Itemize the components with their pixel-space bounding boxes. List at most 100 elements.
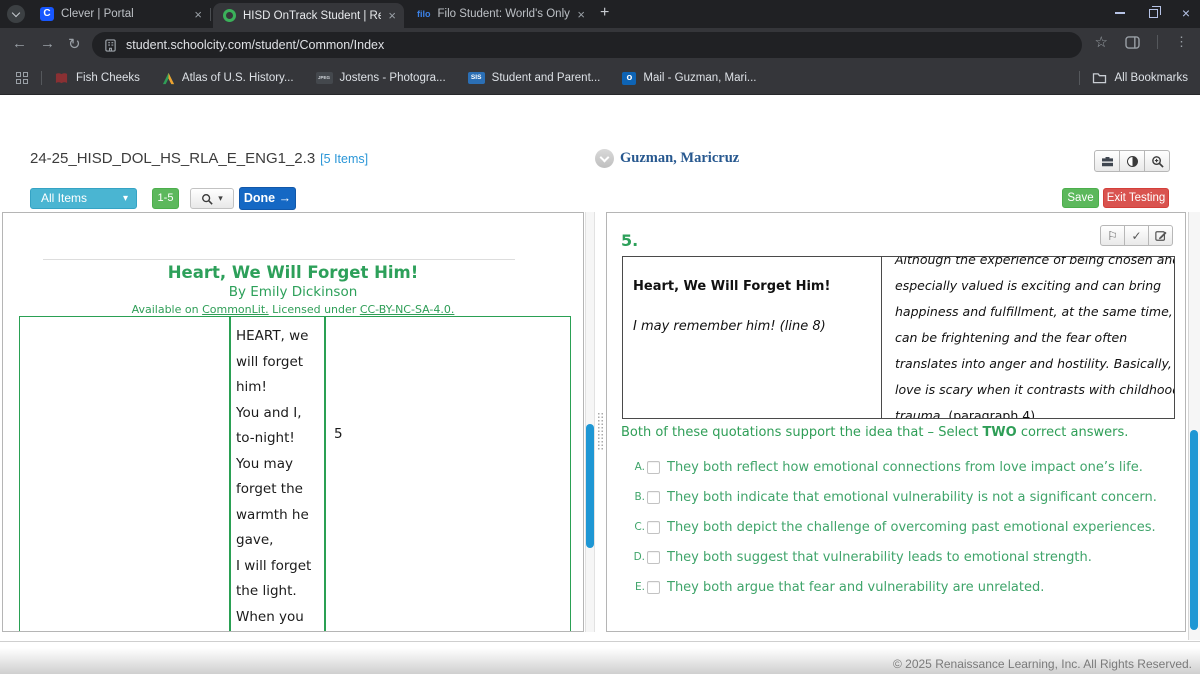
bookmark-sis[interactable]: SIS Student and Parent...	[467, 72, 601, 84]
contrast-button[interactable]	[1119, 150, 1145, 172]
clever-favicon: C	[40, 7, 54, 21]
notes-button[interactable]	[1148, 225, 1173, 246]
url-bar[interactable]: student.schoolcity.com/student/Common/In…	[92, 32, 1082, 58]
bookmark-jostens[interactable]: JPEG Jostens - Photogra...	[315, 72, 446, 84]
option-text[interactable]: They both suggest that vulnerability lea…	[667, 550, 1092, 565]
filo-favicon: filo	[417, 9, 431, 19]
passage-scrollbar-thumb[interactable]	[586, 424, 594, 548]
passage-panel: Heart, We Will Forget Him! By Emily Dick…	[2, 212, 584, 632]
item-range-button[interactable]: 1-5	[152, 188, 179, 209]
question-number: 5.	[621, 231, 639, 250]
answer-option-c[interactable]: C. They both depict the challenge of ove…	[629, 517, 1156, 537]
close-tab-icon[interactable]: ×	[388, 9, 396, 22]
divider	[1078, 71, 1080, 85]
items-count-badge: [5 Items]	[320, 152, 369, 166]
window-controls: ×	[1114, 5, 1190, 20]
contrast-icon	[1126, 155, 1138, 167]
exit-testing-button[interactable]: Exit Testing	[1103, 188, 1169, 208]
passage-attribution: Available on CommonLit. Licensed under C…	[131, 303, 455, 316]
tab-separator	[210, 8, 211, 21]
all-bookmarks-button[interactable]: All Bookmarks	[1066, 71, 1188, 85]
answer-option-e[interactable]: E. They both argue that fear and vulnera…	[629, 577, 1044, 597]
student-name[interactable]: Guzman, Maricruz	[620, 150, 739, 167]
checkbox-a[interactable]	[647, 460, 660, 474]
all-items-dropdown[interactable]: All Items ▾	[30, 188, 137, 209]
bookmark-star-icon[interactable]: ☆	[1095, 33, 1108, 51]
back-icon[interactable]: ←	[12, 35, 27, 52]
browser-window: C Clever | Portal × HISD OnTrack Student…	[0, 0, 1200, 674]
divider	[41, 71, 42, 85]
checkbox-d[interactable]	[647, 550, 660, 564]
flag-button[interactable]: ⚐	[1100, 225, 1125, 246]
checkbox-e[interactable]	[647, 580, 660, 594]
tab-title: HISD OnTrack Student | Renais	[243, 9, 382, 22]
tab-title: Clever | Portal	[61, 8, 134, 20]
bookmark-label: Atlas of U.S. History...	[181, 72, 294, 84]
license-link[interactable]: CC-BY-NC-SA-4.0.	[360, 303, 455, 316]
check-answer-button[interactable]: ✓	[1124, 225, 1149, 246]
forward-icon[interactable]: →	[40, 35, 55, 52]
close-tab-icon[interactable]: ×	[194, 8, 202, 21]
divider	[0, 641, 1200, 642]
close-tab-icon[interactable]: ×	[577, 8, 585, 21]
question-panel: 5. ⚐ ✓ Heart, We Will Forget Him! I may …	[606, 212, 1186, 632]
question-scrollbar-thumb[interactable]	[1190, 430, 1198, 630]
panel-splitter-handle[interactable]	[597, 412, 605, 450]
side-panel-icon[interactable]	[1125, 35, 1140, 49]
passage-scrollbar-track[interactable]	[585, 212, 595, 632]
tab-search-button[interactable]	[7, 5, 25, 23]
apps-grid-icon[interactable]	[16, 72, 28, 84]
option-text[interactable]: They both depict the challenge of overco…	[667, 520, 1156, 535]
passage-citation: (paragraph 4)	[944, 408, 1036, 418]
answer-option-a[interactable]: A. They both reflect how emotional conne…	[629, 457, 1143, 477]
close-window-icon[interactable]: ×	[1182, 6, 1190, 20]
ontrack-favicon	[223, 9, 236, 22]
student-avatar[interactable]	[595, 149, 614, 168]
tab-hisd-ontrack[interactable]: HISD OnTrack Student | Renais ×	[213, 3, 404, 28]
reload-icon[interactable]: ↻	[68, 35, 81, 53]
option-letter: E.	[635, 581, 645, 593]
answer-option-b[interactable]: B. They both indicate that emotional vul…	[629, 487, 1157, 507]
toolkit-button[interactable]	[1094, 150, 1120, 172]
bookmark-label: Student and Parent...	[491, 72, 601, 84]
answer-option-d[interactable]: D. They both suggest that vulnerability …	[629, 547, 1092, 567]
option-letter: D.	[633, 551, 645, 563]
bookmark-label: Mail - Guzman, Mari...	[643, 72, 757, 84]
tab-filo[interactable]: filo Filo Student: World's Only Live ×	[407, 0, 593, 28]
url-text: student.schoolcity.com/student/Common/In…	[126, 38, 385, 52]
sis-chip-icon: SIS	[467, 72, 485, 84]
menu-kebab-icon[interactable]: ⋮	[1175, 34, 1188, 50]
new-tab-button[interactable]: +	[600, 4, 609, 22]
quote-line: I may remember him! (line 8)	[633, 319, 826, 334]
bookmark-mail[interactable]: o Mail - Guzman, Mari...	[622, 71, 757, 85]
restore-icon[interactable]	[1148, 5, 1161, 18]
zoom-button[interactable]	[1144, 150, 1170, 172]
bookmark-label: Jostens - Photogra...	[339, 72, 446, 84]
done-button[interactable]: Done →	[239, 187, 296, 210]
bookmark-fish-cheeks[interactable]: Fish Cheeks	[54, 72, 140, 85]
divider	[1157, 35, 1158, 49]
search-dropdown[interactable]: ▾	[190, 188, 234, 209]
option-text[interactable]: They both indicate that emotional vulner…	[667, 490, 1157, 505]
site-info-icon[interactable]	[104, 38, 117, 52]
save-button[interactable]: Save	[1062, 188, 1099, 208]
copyright-text: © 2025 Renaissance Learning, Inc. All Ri…	[892, 657, 1192, 671]
quote-cell-right: Although the experience of being chosen …	[882, 257, 1174, 418]
briefcase-icon	[1101, 156, 1113, 166]
checkbox-c[interactable]	[647, 520, 660, 534]
option-text[interactable]: They both argue that fear and vulnerabil…	[667, 580, 1044, 595]
checkbox-b[interactable]	[647, 490, 660, 504]
quote-cell-left: Heart, We Will Forget Him! I may remembe…	[623, 257, 881, 418]
tab-clever[interactable]: C Clever | Portal ×	[30, 0, 210, 28]
flag-icon: ⚐	[1107, 228, 1118, 243]
tab-strip: C Clever | Portal × HISD OnTrack Student…	[0, 0, 1200, 28]
minimize-icon[interactable]	[1114, 12, 1125, 14]
commonlit-link[interactable]: CommonLit.	[202, 303, 269, 316]
option-text[interactable]: They both reflect how emotional connecti…	[667, 460, 1143, 475]
book-icon	[55, 72, 68, 83]
bookmark-atlas[interactable]: Atlas of U.S. History...	[162, 72, 294, 85]
question-stem: Both of these quotations support the ide…	[621, 425, 1129, 440]
table-border	[324, 317, 326, 631]
caret-down-icon: ▾	[122, 193, 128, 204]
quotation-table: Heart, We Will Forget Him! I may remembe…	[622, 256, 1175, 419]
